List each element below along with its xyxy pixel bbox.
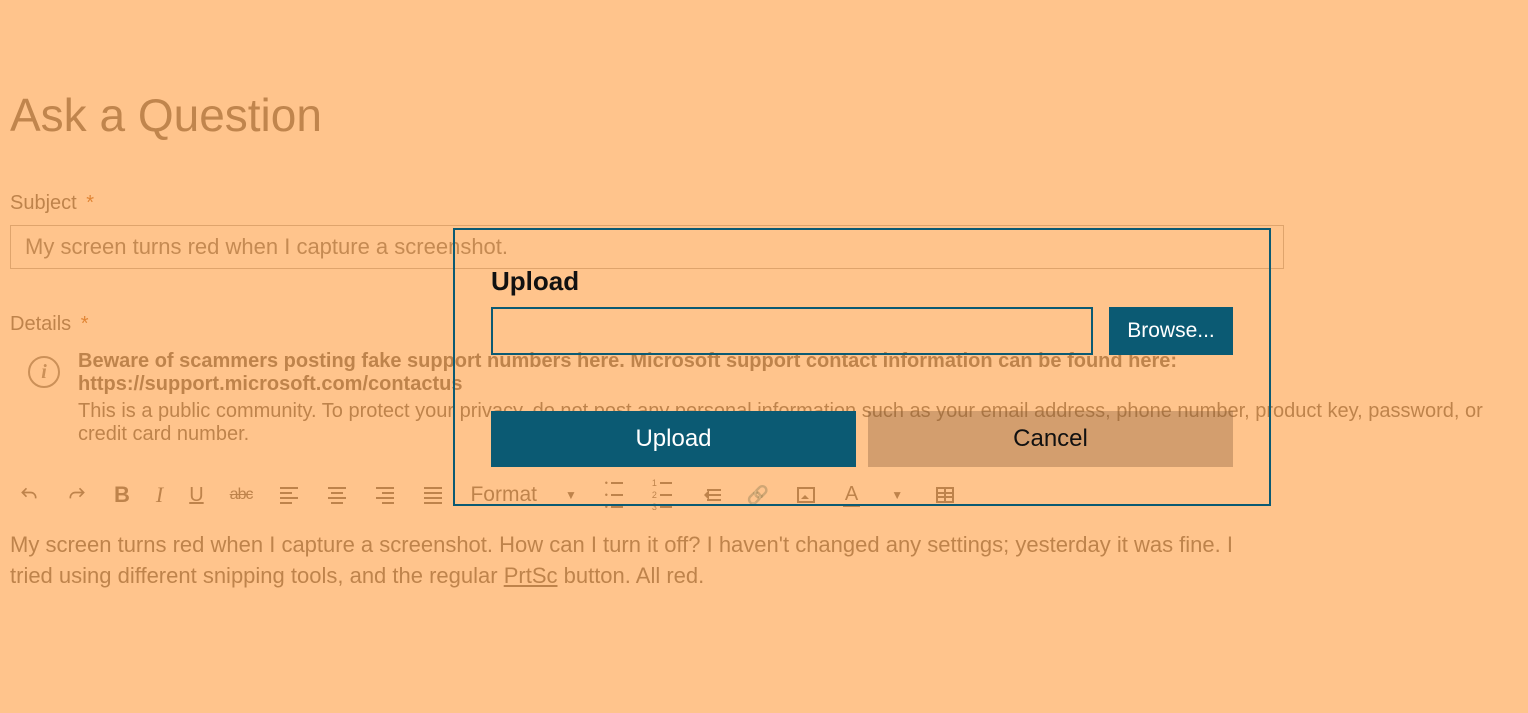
required-mark: * <box>86 192 94 214</box>
align-right-button[interactable] <box>374 484 396 506</box>
dialog-actions: Upload Cancel <box>491 411 1233 467</box>
italic-button[interactable]: I <box>156 482 163 508</box>
editor-content[interactable]: My screen turns red when I capture a scr… <box>10 530 1280 592</box>
align-center-button[interactable] <box>326 484 348 506</box>
subject-label: Subject * <box>10 192 1518 215</box>
strikethrough-button[interactable]: abc <box>230 486 253 504</box>
subject-value: My screen turns red when I capture a scr… <box>25 234 508 260</box>
upload-dialog: Upload Browse... Upload Cancel <box>453 228 1271 506</box>
undo-icon[interactable] <box>18 484 40 506</box>
align-justify-button[interactable] <box>422 484 444 506</box>
redo-icon[interactable] <box>66 484 88 506</box>
editor-text-underline: PrtSc <box>504 563 558 588</box>
required-mark: * <box>81 313 89 335</box>
editor-text-after: button. All red. <box>558 563 705 588</box>
info-icon: i <box>28 356 60 388</box>
page-title: Ask a Question <box>10 88 1518 142</box>
cancel-button[interactable]: Cancel <box>868 411 1233 467</box>
subject-label-text: Subject <box>10 192 77 214</box>
dialog-title: Upload <box>491 266 1233 297</box>
details-label-text: Details <box>10 313 71 335</box>
underline-button[interactable]: U <box>189 484 203 507</box>
browse-button[interactable]: Browse... <box>1109 307 1233 355</box>
bold-button[interactable]: B <box>114 482 130 508</box>
file-path-input[interactable] <box>491 307 1093 355</box>
upload-button[interactable]: Upload <box>491 411 856 467</box>
align-left-button[interactable] <box>278 484 300 506</box>
file-row: Browse... <box>491 307 1233 355</box>
